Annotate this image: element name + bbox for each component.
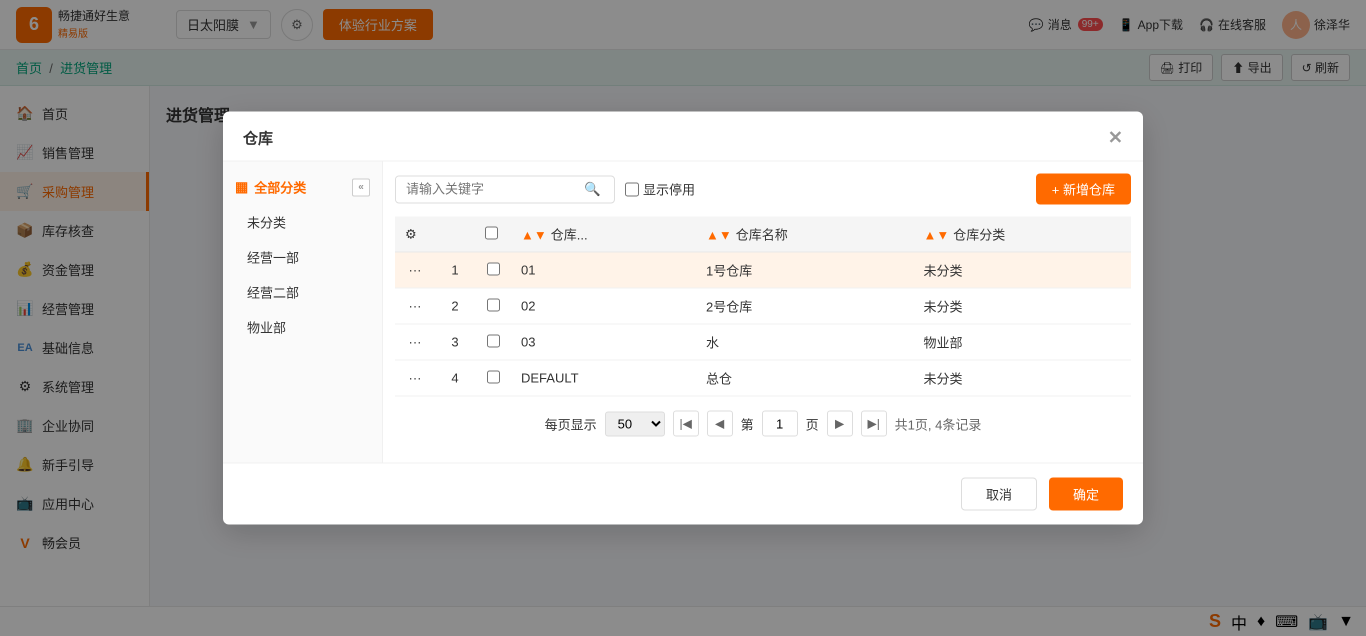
col-category-label: 仓库分类	[953, 228, 1005, 243]
col-num-header	[435, 217, 475, 253]
row-name: 总仓	[696, 360, 913, 396]
modal-body: ▦ 全部分类 « 未分类 经营一部 经营二部 物业部 🔍 显示停用 + 新增仓库	[223, 162, 1143, 463]
modal-header: 仓库 ✕	[223, 112, 1143, 162]
row-num: 1	[435, 252, 475, 288]
pagination-bar: 每页显示 50 20 100 |◀ ◀ 第 页 ▶ ▶| 共1页, 4条记录	[395, 397, 1131, 451]
show-disabled-label[interactable]: 显示停用	[625, 180, 695, 199]
row-actions: ···	[395, 324, 435, 360]
row-checkbox[interactable]	[475, 360, 511, 396]
row-code: 02	[511, 288, 696, 324]
category-item-dept2[interactable]: 经营二部	[223, 275, 382, 310]
search-button[interactable]: 🔍	[576, 176, 609, 202]
table-panel: 🔍 显示停用 + 新增仓库 ⚙ ▲▼仓库... ▲▼仓库名称 ▲▼仓库分类	[383, 162, 1143, 463]
col-code-label: 仓库...	[551, 228, 588, 243]
row-category: 未分类	[914, 288, 1131, 324]
row-num: 3	[435, 324, 475, 360]
total-records: 共1页, 4条记录	[895, 414, 982, 433]
all-category-label: 全部分类	[254, 178, 306, 197]
row-name: 2号仓库	[696, 288, 913, 324]
row-category: 物业部	[914, 324, 1131, 360]
table-toolbar: 🔍 显示停用 + 新增仓库	[395, 174, 1131, 205]
row-category: 未分类	[914, 360, 1131, 396]
show-disabled-text: 显示停用	[643, 180, 695, 199]
category-item-unclassified[interactable]: 未分类	[223, 205, 382, 240]
confirm-button[interactable]: 确定	[1049, 478, 1123, 511]
per-page-label: 每页显示	[545, 414, 597, 433]
collapse-button[interactable]: «	[352, 178, 370, 196]
select-all-checkbox[interactable]	[485, 226, 498, 239]
page-num-label: 第	[741, 414, 754, 433]
last-page-button[interactable]: ▶|	[861, 411, 887, 437]
modal-close-button[interactable]: ✕	[1108, 128, 1123, 149]
all-category-header[interactable]: ▦ 全部分类 «	[223, 170, 382, 205]
table-row[interactable]: ··· 1 01 1号仓库 未分类	[395, 252, 1131, 288]
col-settings: ⚙	[395, 217, 435, 253]
search-box: 🔍	[395, 175, 615, 203]
page-number-input[interactable]	[762, 411, 798, 437]
row-category: 未分类	[914, 252, 1131, 288]
row-code: 01	[511, 252, 696, 288]
modal-title: 仓库	[243, 128, 273, 149]
row-code: DEFAULT	[511, 360, 696, 396]
row-code: 03	[511, 324, 696, 360]
table-header-row: ⚙ ▲▼仓库... ▲▼仓库名称 ▲▼仓库分类	[395, 217, 1131, 253]
row-checkbox[interactable]	[475, 288, 511, 324]
prev-page-button[interactable]: ◀	[707, 411, 733, 437]
col-category-header: ▲▼仓库分类	[914, 217, 1131, 253]
warehouse-modal: 仓库 ✕ ▦ 全部分类 « 未分类 经营一部 经营二部 物业部 🔍	[223, 112, 1143, 525]
category-item-property[interactable]: 物业部	[223, 310, 382, 345]
row-checkbox[interactable]	[475, 324, 511, 360]
col-code-header: ▲▼仓库...	[511, 217, 696, 253]
col-name-header: ▲▼仓库名称	[696, 217, 913, 253]
add-warehouse-button[interactable]: + 新增仓库	[1036, 174, 1131, 205]
row-actions: ···	[395, 252, 435, 288]
col-name-label: 仓库名称	[736, 228, 788, 243]
page-suffix: 页	[806, 414, 819, 433]
row-num: 4	[435, 360, 475, 396]
table-row[interactable]: ··· 2 02 2号仓库 未分类	[395, 288, 1131, 324]
per-page-select[interactable]: 50 20 100	[605, 411, 665, 436]
row-num: 2	[435, 288, 475, 324]
row-actions: ···	[395, 360, 435, 396]
col-checkbox	[475, 217, 511, 253]
first-page-button[interactable]: |◀	[673, 411, 699, 437]
row-name: 水	[696, 324, 913, 360]
row-name: 1号仓库	[696, 252, 913, 288]
modal-footer: 取消 确定	[223, 463, 1143, 525]
grid-icon: ▦	[235, 179, 248, 196]
row-actions: ···	[395, 288, 435, 324]
next-page-button[interactable]: ▶	[827, 411, 853, 437]
cancel-button[interactable]: 取消	[961, 478, 1037, 511]
warehouse-table: ⚙ ▲▼仓库... ▲▼仓库名称 ▲▼仓库分类 ··· 1 01 1号仓库 未分…	[395, 217, 1131, 397]
category-item-dept1[interactable]: 经营一部	[223, 240, 382, 275]
category-panel: ▦ 全部分类 « 未分类 经营一部 经营二部 物业部	[223, 162, 383, 463]
show-disabled-checkbox[interactable]	[625, 182, 639, 196]
row-checkbox[interactable]	[475, 252, 511, 288]
table-row[interactable]: ··· 4 DEFAULT 总仓 未分类	[395, 360, 1131, 396]
table-row[interactable]: ··· 3 03 水 物业部	[395, 324, 1131, 360]
search-input[interactable]	[396, 177, 576, 202]
